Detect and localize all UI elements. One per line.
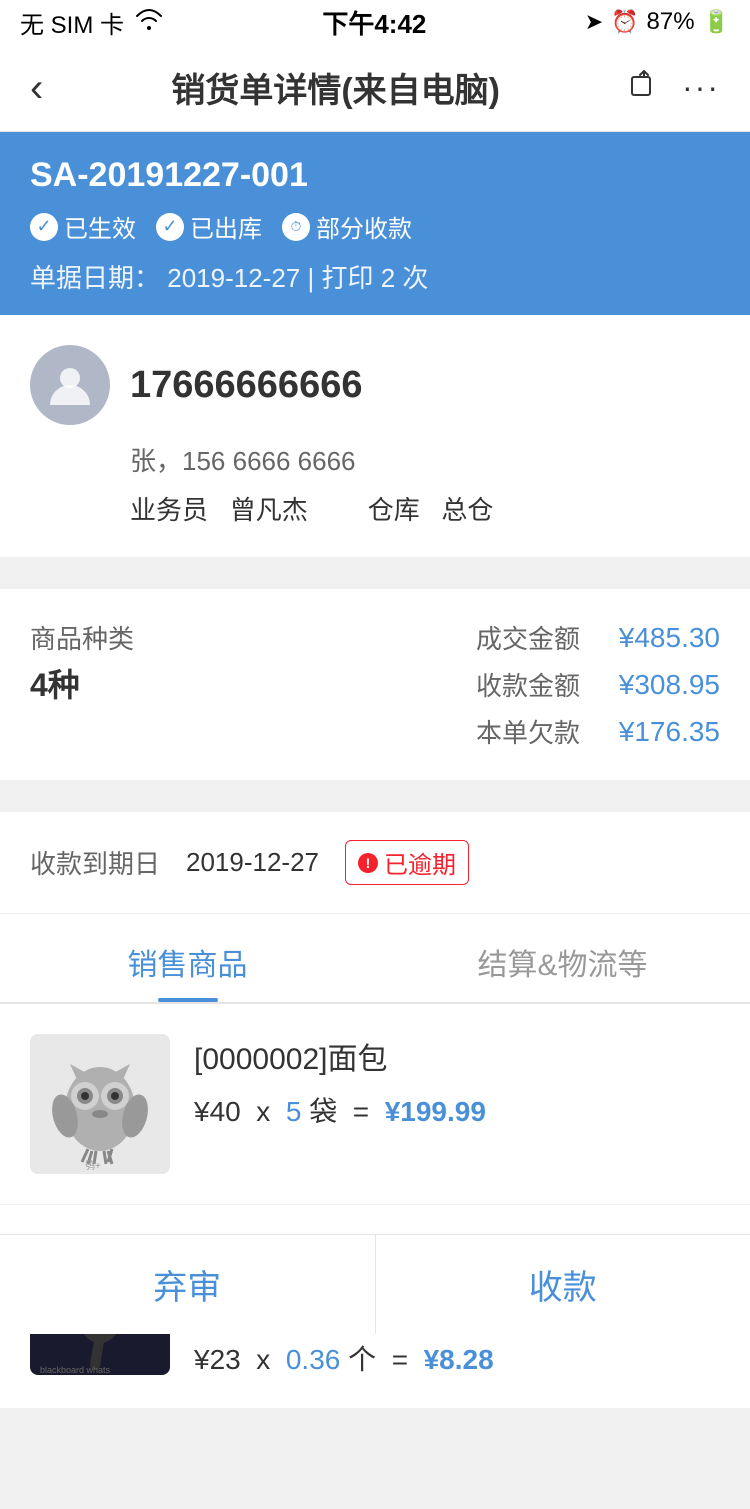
badge-activated: ✓ 已生效: [30, 209, 136, 244]
transaction-label: 成交金额: [476, 619, 580, 656]
badge-shipped: ✓ 已出库: [156, 209, 262, 244]
battery-icon: 🔋: [703, 9, 730, 35]
badge-activated-label: 已生效: [64, 209, 136, 244]
avatar: [30, 345, 110, 425]
transaction-value: ¥485.30: [600, 622, 720, 654]
type-value: 4种: [30, 660, 134, 706]
nav-bar: ‹ 销货单详情(来自电脑) ···: [0, 44, 750, 132]
back-button[interactable]: ‹: [30, 68, 43, 108]
wifi-icon: [134, 8, 164, 37]
received-value: ¥308.95: [600, 669, 720, 701]
tab-products[interactable]: 销售商品: [0, 940, 375, 1002]
warehouse-label: 仓库 总仓: [368, 490, 494, 527]
customer-row: 17666666666: [30, 345, 720, 425]
customer-meta: 业务员 曾凡杰 仓库 总仓: [130, 490, 720, 527]
collect-payment-button[interactable]: 收款: [376, 1235, 750, 1334]
carrier-text: 无 SIM 卡: [20, 5, 124, 40]
nav-left: ‹: [30, 68, 43, 108]
tabs: 销售商品 结算&物流等: [0, 914, 750, 1002]
tabs-section: 销售商品 结算&物流等: [0, 914, 750, 1004]
product-price-2: ¥23 x 0.36 个 = ¥8.28: [194, 1338, 720, 1378]
product-price-1: ¥40 x 5 袋 = ¥199.99: [194, 1090, 720, 1130]
status-bar: 无 SIM 卡 下午4:42 ➤ ⏰ 87% 🔋: [0, 0, 750, 44]
debt-label: 本单欠款: [476, 713, 580, 750]
summary-right: 成交金额 ¥485.30 收款金额 ¥308.95 本单欠款 ¥176.35: [476, 619, 720, 750]
summary-left: 商品种类 4种: [30, 619, 134, 706]
badge-partial-label: 部分收款: [316, 209, 412, 244]
header-date: 单据日期： 2019-12-27 | 打印 2 次: [30, 258, 720, 295]
sales-label: 业务员 曾凡杰: [130, 490, 308, 527]
debt-item: 本单欠款 ¥176.35: [476, 713, 720, 750]
sales-name: 曾凡杰: [230, 495, 308, 525]
location-icon: ➤: [585, 9, 603, 35]
battery-text: 87%: [647, 8, 695, 36]
cancel-audit-button[interactable]: 弃审: [0, 1235, 376, 1334]
overdue-badge: ! 已逾期: [345, 840, 469, 885]
product-total-1: ¥199.99: [385, 1096, 486, 1127]
divider-2: [0, 796, 750, 812]
status-time: 下午4:42: [322, 4, 426, 41]
due-label: 收款到期日: [30, 844, 160, 881]
svg-text:鸮+: 鸮+: [85, 1159, 101, 1172]
order-id: SA-20191227-001: [30, 156, 720, 195]
badge-shipped-label: 已出库: [190, 209, 262, 244]
product-qty-2: 0.36: [286, 1344, 341, 1375]
badge-partial-payment: ⏱ 部分收款: [282, 209, 412, 244]
page-title: 销货单详情(来自电脑): [171, 63, 500, 112]
product-thumb-1: 鸮+: [30, 1034, 170, 1174]
due-section: 收款到期日 2019-12-27 ! 已逾期: [0, 812, 750, 914]
overdue-icon: !: [358, 853, 378, 873]
header-banner: SA-20191227-001 ✓ 已生效 ✓ 已出库 ⏱ 部分收款 单据日期：…: [0, 132, 750, 315]
summary-row: 商品种类 4种 成交金额 ¥485.30 收款金额 ¥308.95 本单欠款 ¥…: [30, 619, 720, 750]
share-icon[interactable]: [628, 67, 662, 109]
nav-right: ···: [628, 67, 720, 109]
debt-value: ¥176.35: [600, 716, 720, 748]
type-label: 商品种类: [30, 619, 134, 656]
warehouse-name: 总仓: [441, 495, 493, 525]
svg-text:blackboard whats: blackboard whats: [40, 1365, 111, 1375]
summary-section: 商品种类 4种 成交金额 ¥485.30 收款金额 ¥308.95 本单欠款 ¥…: [0, 589, 750, 780]
bottom-bar: 弃审 收款: [0, 1234, 750, 1334]
product-list: 鸮+ [0000002]面包 ¥40 x 5 袋 = ¥199.99: [0, 1004, 750, 1409]
check-icon-activated: ✓: [30, 213, 58, 241]
product-item-1: 鸮+ [0000002]面包 ¥40 x 5 袋 = ¥199.99: [0, 1004, 750, 1205]
due-date-value: 2019-12-27: [186, 847, 319, 878]
product-info-1: [0000002]面包 ¥40 x 5 袋 = ¥199.99: [194, 1034, 720, 1130]
product-total-2: ¥8.28: [424, 1344, 494, 1375]
product-qty-1: 5: [286, 1096, 302, 1127]
customer-name-phone: 张，156 6666 6666: [130, 441, 720, 478]
clock-icon: ⏱: [282, 213, 310, 241]
received-item: 收款金额 ¥308.95: [476, 666, 720, 703]
received-label: 收款金额: [476, 666, 580, 703]
customer-phone: 17666666666: [130, 364, 362, 407]
product-name-1: [0000002]面包: [194, 1034, 720, 1078]
divider-1: [0, 573, 750, 589]
check-icon-shipped: ✓: [156, 213, 184, 241]
header-badges: ✓ 已生效 ✓ 已出库 ⏱ 部分收款: [30, 209, 720, 244]
status-right: ➤ ⏰ 87% 🔋: [585, 8, 730, 36]
alarm-icon: ⏰: [611, 9, 638, 35]
customer-section: 17666666666 张，156 6666 6666 业务员 曾凡杰 仓库 总…: [0, 315, 750, 557]
overdue-label: 已逾期: [384, 845, 456, 880]
transaction-item: 成交金额 ¥485.30: [476, 619, 720, 656]
status-left: 无 SIM 卡: [20, 5, 164, 40]
tab-settlement[interactable]: 结算&物流等: [375, 940, 750, 1002]
more-icon[interactable]: ···: [682, 69, 720, 106]
